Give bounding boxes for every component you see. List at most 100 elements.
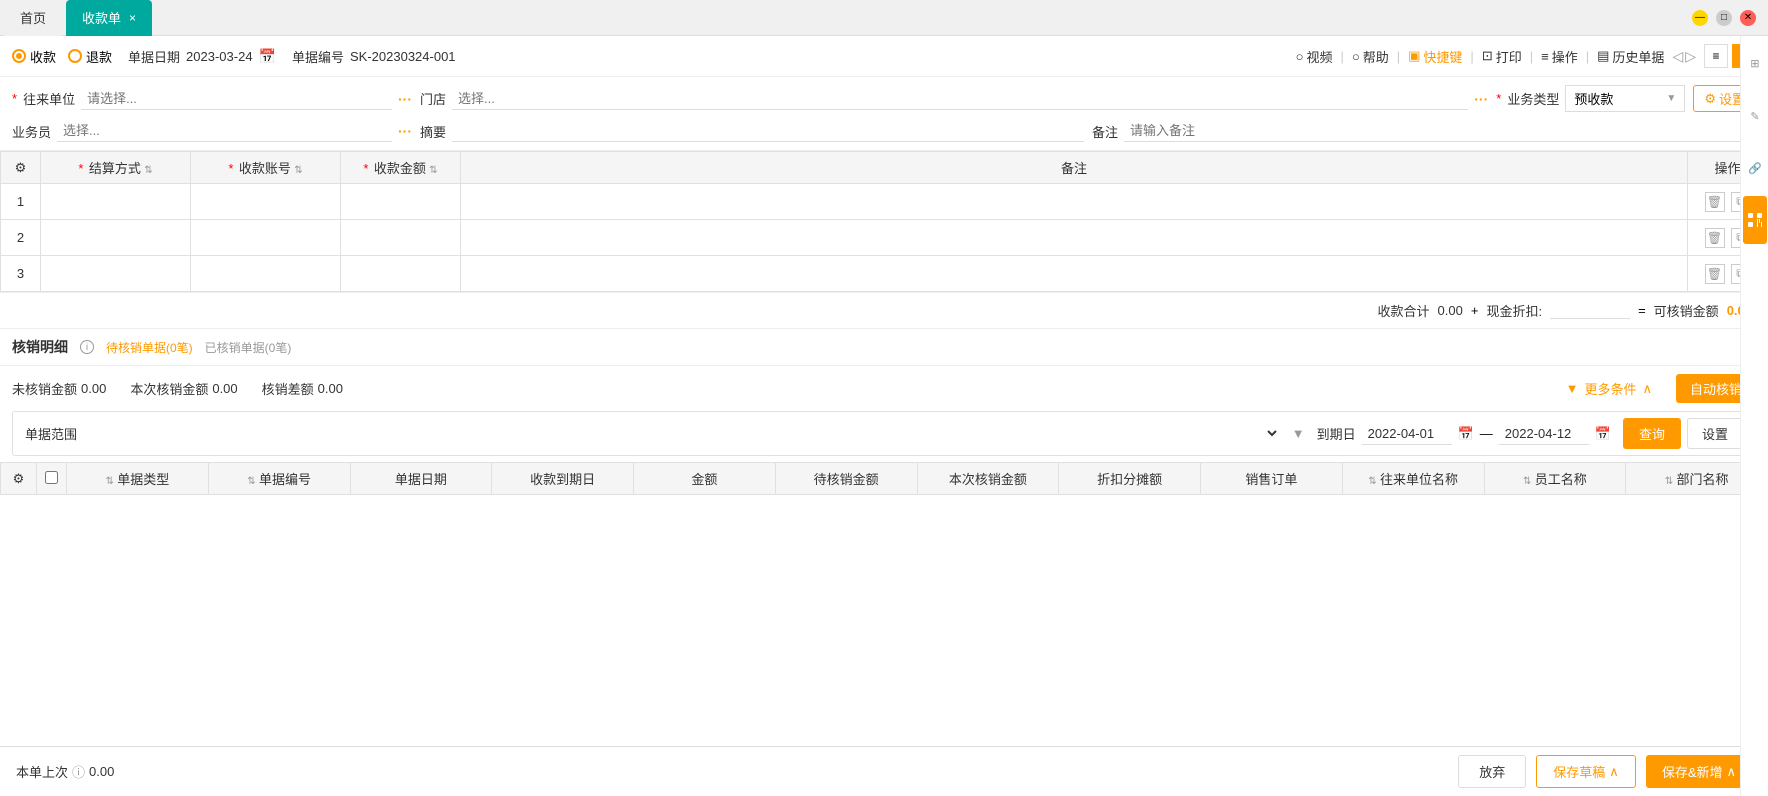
gear-icon[interactable]: ⚙ [13, 471, 25, 486]
print-label: 打印 [1496, 47, 1522, 66]
row-3-remark[interactable] [461, 256, 1688, 292]
delete-icon[interactable]: 🗑 [1705, 228, 1725, 248]
table-header-gear[interactable]: ⚙ [1, 152, 41, 184]
row-3-amount[interactable] [341, 256, 461, 292]
tab-receipt[interactable]: 收款单 × [66, 0, 152, 36]
save-draft-button[interactable]: 保存草稿 ∧ [1536, 755, 1636, 788]
filter-settings-label: 设置 [1702, 427, 1728, 442]
cal-icon-2[interactable]: 📅 [1595, 426, 1611, 442]
select-all-checkbox[interactable] [45, 471, 58, 484]
save-draft-label: 保存草稿 [1553, 762, 1605, 781]
start-date-input[interactable] [1362, 423, 1452, 445]
counterparty-group: * 往来单位 ··· [12, 88, 412, 110]
cal-icon[interactable]: 📅 [1458, 426, 1474, 442]
stat-this-verify-label: 本次核销金额 [130, 379, 208, 398]
date-value: 2023-03-24 [186, 49, 253, 64]
maximize-button[interactable]: □ [1716, 10, 1732, 26]
store-dots[interactable]: ··· [1474, 91, 1488, 107]
video-action[interactable]: ○ 视频 [1296, 47, 1333, 66]
print-action[interactable]: ⊡ 打印 [1482, 47, 1522, 66]
sidebar-edit-icon[interactable]: ✎ [1743, 92, 1767, 140]
abandon-button[interactable]: 放弃 [1458, 755, 1526, 788]
delete-icon[interactable]: 🗑 [1705, 264, 1725, 284]
number-field: 单据编号 SK-20230324-001 [292, 47, 456, 66]
video-icon: ○ [1296, 49, 1304, 64]
row-3-settle[interactable] [41, 256, 191, 292]
filter-row: 单据范围 ▼ 到期日 📅 — 📅 查询 设置 [12, 411, 1756, 456]
counterparty-input[interactable] [81, 88, 392, 110]
bt-header-thisamount: 本次核销金额 [917, 463, 1059, 495]
next-chevron[interactable]: ▷ [1685, 48, 1696, 65]
tab-done[interactable]: 已核销单据(0笔) [205, 339, 292, 356]
discount-input[interactable] [1550, 303, 1630, 319]
counterparty-dots[interactable]: ··· [398, 91, 412, 107]
remark-input[interactable] [1124, 120, 1756, 142]
sidebar-scan-icon[interactable] [1743, 196, 1767, 244]
nav-chevrons: ◁ ▷ [1672, 48, 1696, 65]
row-2-settle[interactable] [41, 220, 191, 256]
filter-settings-button[interactable]: 设置 [1687, 418, 1743, 449]
info-icon[interactable]: ⓘ [72, 762, 85, 781]
col-amount-label: 金额 [691, 472, 717, 487]
table-row: 3 🗑 ⧉ [1, 256, 1768, 292]
gear-icon[interactable]: ⚙ [15, 160, 27, 176]
col-salesorder-label: 销售订单 [1245, 472, 1297, 487]
ops-action[interactable]: ≡ 操作 [1541, 47, 1578, 66]
range-select[interactable] [89, 425, 1280, 442]
salesperson-input[interactable] [57, 120, 392, 142]
business-type-select[interactable]: 预收款 ▼ [1565, 85, 1685, 112]
filter-more[interactable]: ▼ 更多条件 ∧ [1566, 379, 1652, 398]
salesperson-dots[interactable]: ··· [398, 123, 412, 139]
date-separator: — [1480, 426, 1493, 441]
remark-group: 备注 [1092, 120, 1756, 142]
row-2-remark[interactable] [461, 220, 1688, 256]
fields-row-1: * 往来单位 ··· 门店 ··· * 业务类型 预收款 ▼ ⚙ [12, 85, 1756, 112]
tab-home[interactable]: 首页 [4, 0, 62, 36]
salesperson-label: 业务员 [12, 122, 51, 141]
row-2-account[interactable] [191, 220, 341, 256]
minimize-button[interactable]: — [1692, 10, 1708, 26]
shortcut-action[interactable]: ▣ 快捷键 [1408, 47, 1462, 66]
row-1-account[interactable] [191, 184, 341, 220]
business-type-value: 预收款 [1574, 89, 1613, 108]
sidebar-link-icon[interactable]: 🔗 [1743, 144, 1767, 192]
header-actions: ○ 视频 | ○ 帮助 | ▣ 快捷键 | ⊡ 打印 | ≡ 操作 | [1296, 44, 1756, 68]
gear-icon: ⚙ [1704, 91, 1716, 107]
bt-header-type: ⇅ 单据类型 [67, 463, 209, 495]
shortcut-icon: ▣ [1408, 48, 1420, 64]
summary-input[interactable] [452, 120, 1084, 142]
row-2-amount[interactable] [341, 220, 461, 256]
receipt-type-radio: 收款 退款 [12, 47, 112, 66]
info-icon[interactable]: i [80, 340, 94, 354]
range-chevron: ▼ [1292, 426, 1305, 441]
filter-more-label: 更多条件 [1584, 379, 1636, 398]
row-1-remark[interactable] [461, 184, 1688, 220]
store-input[interactable] [452, 88, 1468, 110]
sidebar-table-icon[interactable]: ⊞ [1743, 40, 1767, 88]
bt-header-check[interactable] [37, 463, 67, 495]
tab-pending[interactable]: 待核销单据(0笔) [106, 339, 193, 356]
history-action[interactable]: ▤ 历史单据 [1597, 47, 1664, 66]
date-label: 单据日期 [128, 47, 180, 66]
calendar-icon[interactable]: 📅 [259, 48, 276, 65]
row-1-settle[interactable] [41, 184, 191, 220]
stat-diff-label: 核销差额 [262, 379, 314, 398]
prev-chevron[interactable]: ◁ [1672, 48, 1683, 65]
delete-icon[interactable]: 🗑 [1705, 192, 1725, 212]
chevron-down-icon: ∧ [1609, 764, 1619, 780]
list-view-btn[interactable]: ≡ [1704, 44, 1728, 68]
radio-refund[interactable]: 退款 [68, 47, 112, 66]
help-action[interactable]: ○ 帮助 [1352, 47, 1389, 66]
row-3-account[interactable] [191, 256, 341, 292]
chevron-down-icon: ▼ [1666, 93, 1676, 104]
tab-close-icon[interactable]: × [129, 11, 136, 25]
row-1-amount[interactable] [341, 184, 461, 220]
close-button[interactable]: ✕ [1740, 10, 1756, 26]
table-header-account: * 收款账号 ⇅ [191, 152, 341, 184]
radio-receipt[interactable]: 收款 [12, 47, 56, 66]
save-new-button[interactable]: 保存&新增 ∧ [1646, 755, 1752, 788]
stat-diff: 核销差额 0.00 [262, 379, 343, 398]
query-button[interactable]: 查询 [1623, 418, 1681, 449]
end-date-input[interactable] [1499, 423, 1589, 445]
bt-header-gear[interactable]: ⚙ [1, 463, 37, 495]
